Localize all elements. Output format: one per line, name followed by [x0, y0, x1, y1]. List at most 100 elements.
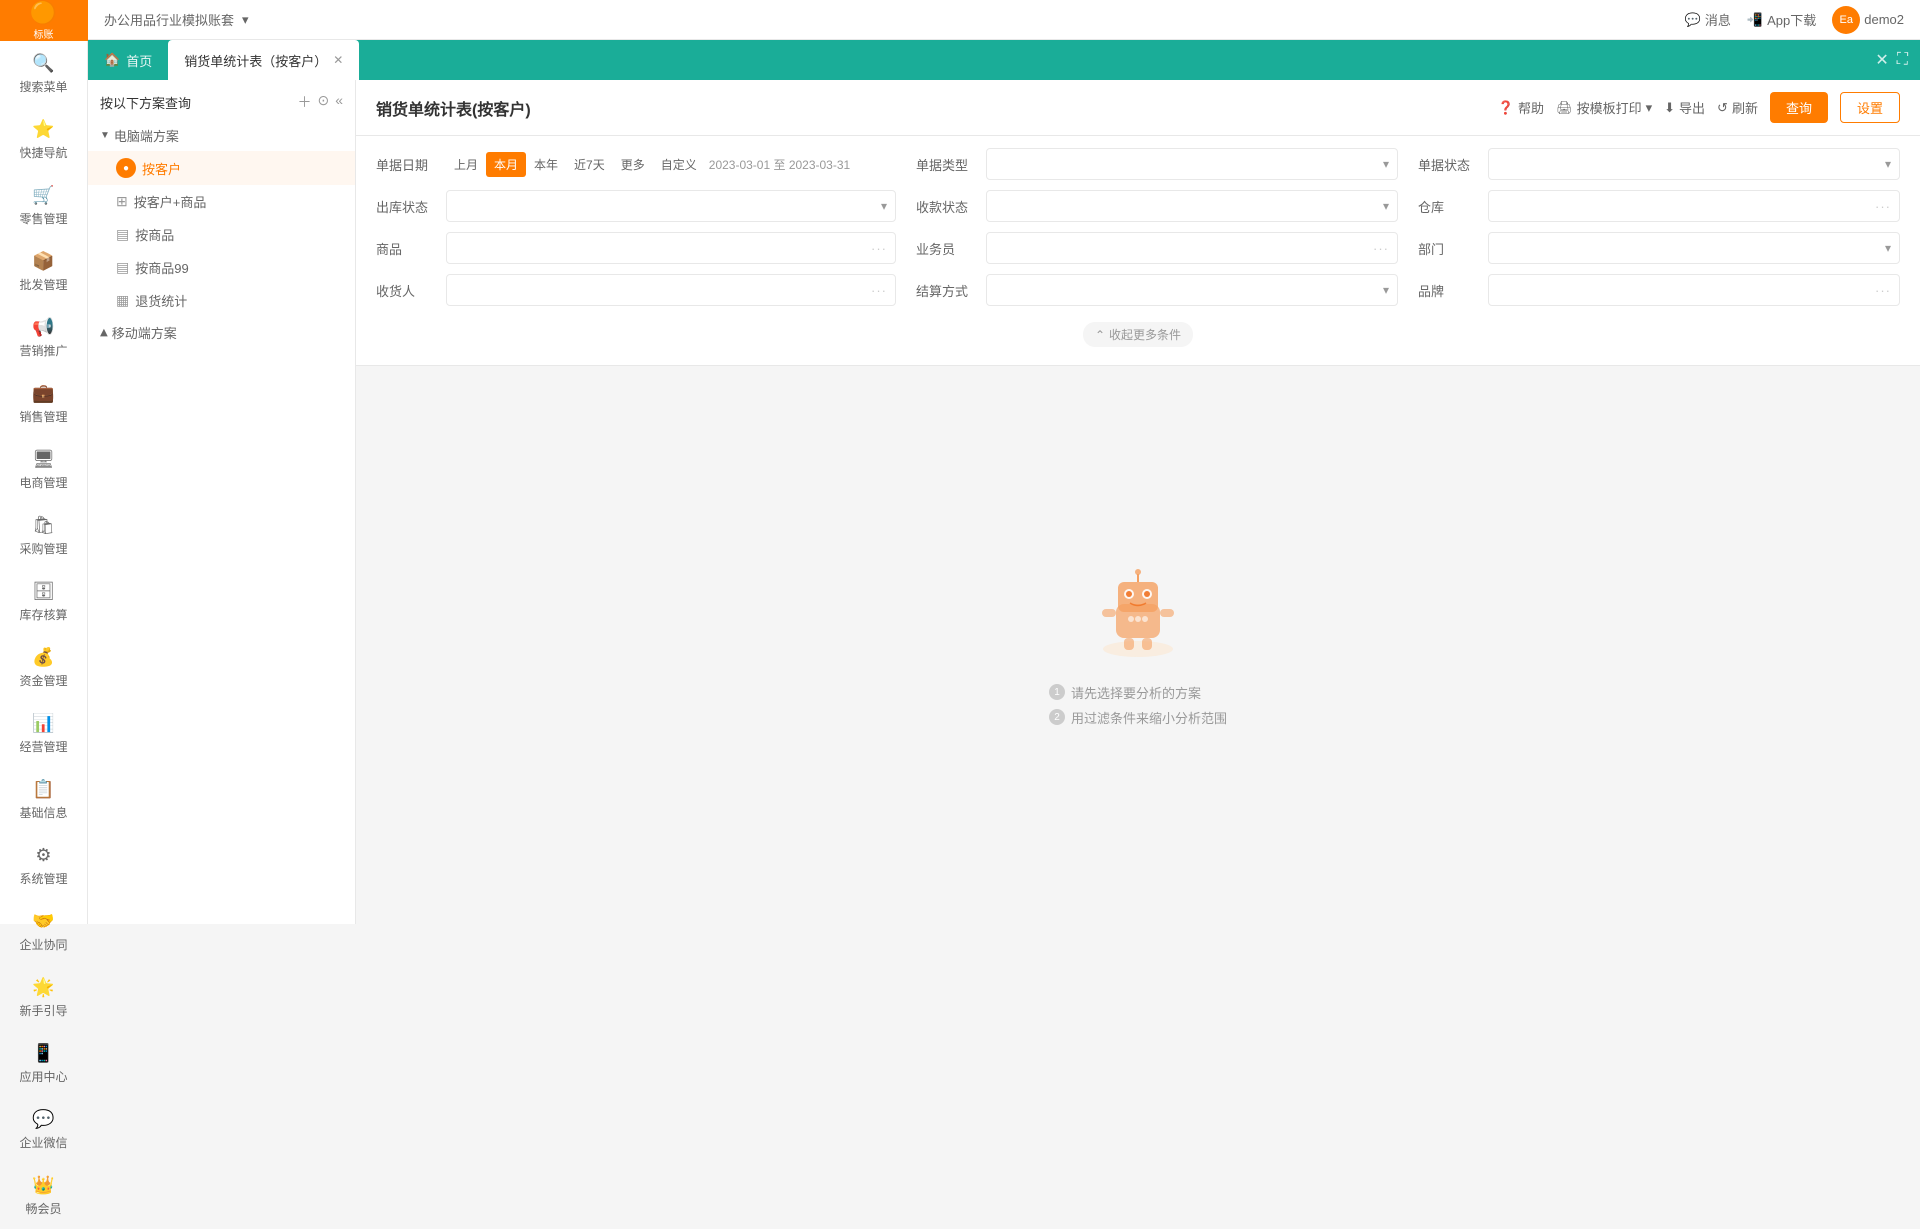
scheme-group-mobile-header[interactable]: ▶ 移动端方案: [88, 317, 355, 348]
marketing-icon: 📢: [32, 317, 54, 338]
payment-status-input[interactable]: ▾: [986, 190, 1398, 222]
settings-scheme-btn[interactable]: ⊙: [317, 92, 329, 112]
goods-input[interactable]: ···: [446, 232, 896, 264]
order-status-arrow: ▾: [1885, 157, 1891, 171]
sidebar: 🟠 标账 🔍 搜索菜单 ⭐ 快捷导航 🛒 零售管理 📦 批发管理 📢 营销推广 …: [0, 0, 88, 924]
user-menu[interactable]: Ea demo2: [1832, 6, 1904, 34]
messages-btn[interactable]: 💬 消息: [1685, 10, 1731, 29]
tab-sales-stat[interactable]: 销货单统计表（按客户） ✕: [168, 40, 359, 80]
order-status-input[interactable]: ▾: [1488, 148, 1900, 180]
filter-department: 部门 ▾: [1418, 232, 1900, 264]
tab-expand-icon[interactable]: ⛶: [1897, 51, 1908, 69]
department-input[interactable]: ▾: [1488, 232, 1900, 264]
tip-1-text: 请先选择要分析的方案: [1071, 683, 1201, 702]
tab-sales-stat-label: 销货单统计表（按客户）: [184, 51, 327, 70]
scheme-group-pc: ▼ 电脑端方案 ● 按客户 ⊞ 按客户+商品 ▤ 按商品: [88, 120, 355, 317]
date-tab-last-month[interactable]: 上月: [446, 152, 486, 177]
filter-warehouse: 仓库 ···: [1418, 190, 1900, 222]
recipient-dots: ···: [871, 283, 887, 298]
app-download-label: App下载: [1767, 10, 1816, 29]
settlement-input[interactable]: ▾: [986, 274, 1398, 306]
sidebar-item-purchase[interactable]: 🛍 采购管理: [0, 503, 88, 569]
department-arrow: ▾: [1885, 241, 1891, 255]
date-tab-custom[interactable]: 自定义: [653, 152, 705, 177]
collapse-btn[interactable]: ⌃ 收起更多条件: [1083, 322, 1193, 347]
sidebar-item-wholesale[interactable]: 📦 批发管理: [0, 239, 88, 305]
warehouse-input[interactable]: ···: [1488, 190, 1900, 222]
sidebar-item-basic[interactable]: 📋 基础信息: [0, 767, 88, 833]
add-scheme-btn[interactable]: ＋: [297, 92, 311, 112]
order-type-label: 单据类型: [916, 155, 986, 174]
page-title: 销货单统计表(按客户): [376, 96, 531, 120]
filter-area: 单据日期 上月 本月 本年 近7天 更多 自定义 2023-03-01 至 20…: [356, 136, 1920, 366]
scheme-item-by-goods[interactable]: ▤ 按商品: [88, 218, 355, 251]
basic-icon: 📋: [32, 779, 54, 800]
top-header: 办公用品行业模拟账套 ▾ 💬 消息 📲 App下载 Ea demo2: [88, 0, 1920, 40]
sidebar-item-retail[interactable]: 🛒 零售管理: [0, 173, 88, 239]
brand-input[interactable]: ···: [1488, 274, 1900, 306]
recipient-input[interactable]: ···: [446, 274, 896, 306]
date-tab-this-year[interactable]: 本年: [526, 152, 566, 177]
out-status-label: 出库状态: [376, 197, 446, 216]
filter-order-type: 单据类型 ▾: [916, 148, 1398, 180]
tab-collapse-icon[interactable]: ✕: [1875, 50, 1888, 70]
sidebar-item-apps[interactable]: 📱 应用中心: [0, 1031, 88, 1097]
sidebar-item-shortcut[interactable]: ⭐ 快捷导航: [0, 107, 88, 173]
print-btn[interactable]: 🖨 按模板打印 ▾: [1556, 98, 1652, 117]
filter-salesperson: 业务员 ···: [916, 232, 1398, 264]
order-type-input[interactable]: ▾: [986, 148, 1398, 180]
scheme-item-by-customer[interactable]: ● 按客户: [88, 151, 355, 185]
left-panel-header: 按以下方案查询 ＋ ⊙ «: [88, 92, 355, 120]
refresh-label: 刷新: [1732, 98, 1758, 117]
tip-2-num: 2: [1049, 709, 1065, 725]
scheme-group-mobile: ▶ 移动端方案: [88, 317, 355, 348]
right-panel: 销货单统计表(按客户) ❓ 帮助 🖨 按模板打印 ▾ ⬇ 导出: [356, 80, 1920, 924]
collapse-panel-btn[interactable]: «: [335, 92, 343, 112]
out-status-input[interactable]: ▾: [446, 190, 896, 222]
sidebar-item-member[interactable]: 👑 畅会员: [0, 1163, 88, 1229]
filter-row-2: 出库状态 ▾ 收款状态 ▾ 仓库: [376, 190, 1900, 222]
main-content: 办公用品行业模拟账套 ▾ 💬 消息 📲 App下载 Ea demo2 🏠 首页 …: [88, 0, 1920, 924]
sidebar-item-system[interactable]: ⚙ 系统管理: [0, 833, 88, 899]
tab-home[interactable]: 🏠 首页: [88, 40, 168, 80]
help-btn[interactable]: ❓ 帮助: [1498, 98, 1544, 117]
left-panel-title: 按以下方案查询: [100, 93, 191, 112]
date-filter-tabs: 上月 本月 本年 近7天 更多 自定义 2023-03-01 至 2023-03…: [446, 152, 850, 177]
sidebar-item-label-finance: 资金管理: [19, 672, 67, 689]
sidebar-item-wechat[interactable]: 💬 企业微信: [0, 1097, 88, 1163]
query-btn[interactable]: 查询: [1770, 92, 1828, 123]
sidebar-item-label-operation: 经营管理: [19, 738, 67, 755]
sidebar-item-enterprise[interactable]: 🤝 企业协同: [0, 899, 88, 965]
sidebar-item-inventory[interactable]: 🗄 库存核算: [0, 569, 88, 635]
sidebar-item-search[interactable]: 🔍 搜索菜单: [0, 41, 88, 107]
help-label: 帮助: [1518, 98, 1544, 117]
date-tab-7days[interactable]: 近7天: [566, 152, 613, 177]
empty-tips: 1 请先选择要分析的方案 2 用过滤条件来缩小分析范围: [1049, 683, 1227, 727]
date-tab-more[interactable]: 更多: [613, 152, 653, 177]
sidebar-item-finance[interactable]: 💰 资金管理: [0, 635, 88, 701]
refresh-btn[interactable]: ↺ 刷新: [1717, 98, 1758, 117]
sidebar-item-operation[interactable]: 📊 经营管理: [0, 701, 88, 767]
filter-brand: 品牌 ···: [1418, 274, 1900, 306]
scheme-item-return-stat[interactable]: ▦ 退货统计: [88, 284, 355, 317]
scheme-item-by-goods99[interactable]: ▤ 按商品99: [88, 251, 355, 284]
filter-goods: 商品 ···: [376, 232, 896, 264]
salesperson-input[interactable]: ···: [986, 232, 1398, 264]
sidebar-item-marketing[interactable]: 📢 营销推广: [0, 305, 88, 371]
empty-illustration: [1088, 564, 1188, 667]
messages-label: 消息: [1705, 10, 1731, 29]
industry-selector[interactable]: 办公用品行业模拟账套 ▾: [104, 10, 249, 29]
brand-dots: ···: [1875, 283, 1891, 298]
tab-close-icon[interactable]: ✕: [333, 53, 343, 67]
sidebar-item-label-apps: 应用中心: [19, 1068, 67, 1085]
settings-btn[interactable]: 设置: [1840, 92, 1900, 123]
sidebar-item-guide[interactable]: 🌟 新手引导: [0, 965, 88, 1031]
export-btn[interactable]: ⬇ 导出: [1664, 98, 1705, 117]
date-tab-this-month[interactable]: 本月: [486, 152, 526, 177]
sidebar-item-ecommerce[interactable]: 🖥 电商管理: [0, 437, 88, 503]
app-download-btn[interactable]: 📲 App下载: [1747, 10, 1816, 29]
print-icon: 🖨: [1556, 100, 1573, 116]
scheme-group-pc-header[interactable]: ▼ 电脑端方案: [88, 120, 355, 151]
scheme-item-customer-goods[interactable]: ⊞ 按客户+商品: [88, 185, 355, 218]
sidebar-item-sales[interactable]: 💼 销售管理: [0, 371, 88, 437]
